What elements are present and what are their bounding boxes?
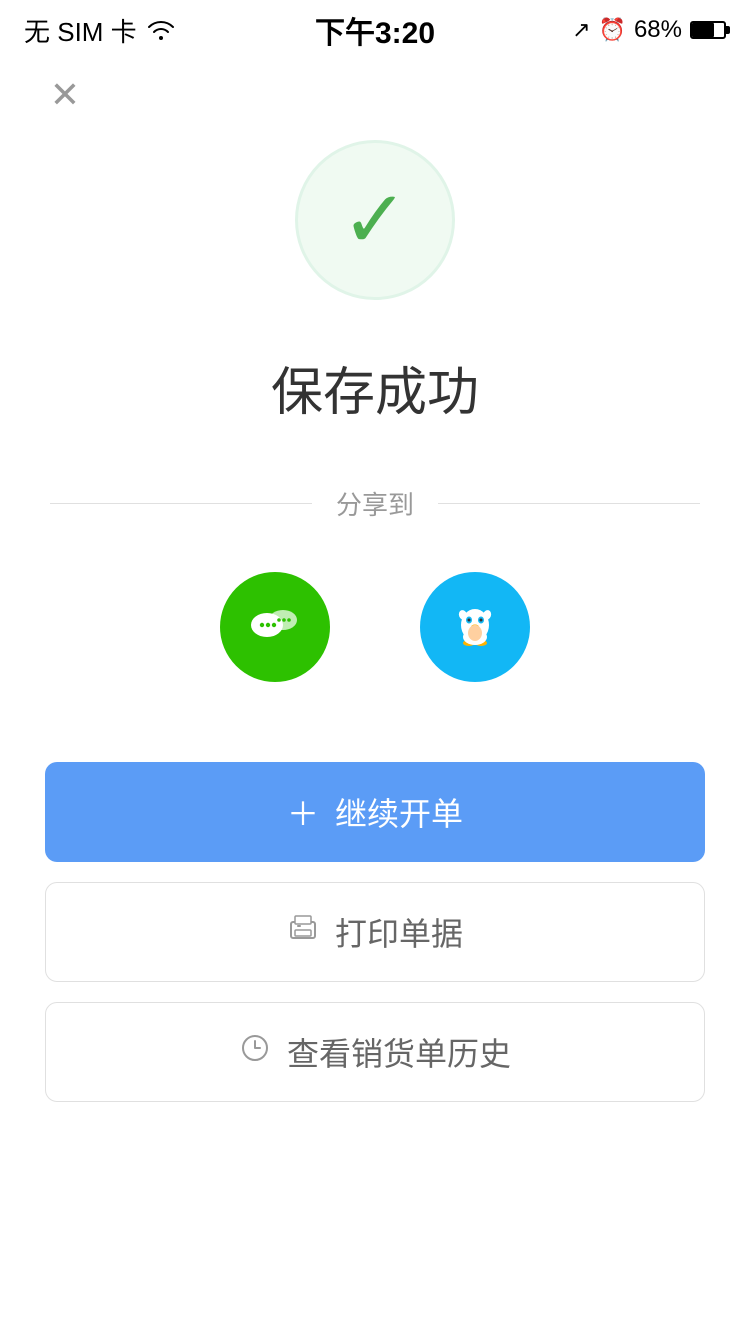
- action-buttons: ＋ 继续开单 打印单据 查看销货单历史: [45, 762, 705, 1102]
- qq-share-button[interactable]: [420, 572, 530, 682]
- share-icons: [220, 572, 530, 682]
- continue-icon: ＋: [287, 789, 319, 835]
- close-button[interactable]: ✕: [40, 70, 90, 120]
- checkmark-icon: ✓: [341, 180, 408, 260]
- print-label: 打印单据: [335, 909, 463, 955]
- success-circle: ✓: [295, 140, 455, 300]
- main-content: ✓ 保存成功 分享到: [0, 60, 750, 1102]
- continue-label: 继续开单: [335, 789, 463, 835]
- close-icon: ✕: [50, 77, 80, 113]
- share-label: 分享到: [312, 485, 438, 522]
- share-divider: 分享到: [0, 485, 750, 522]
- share-section: 分享到: [0, 485, 750, 522]
- history-label: 查看销货单历史: [287, 1029, 511, 1075]
- location-icon: ↗: [572, 17, 590, 43]
- history-icon: [239, 1032, 271, 1072]
- battery-percent: 68%: [634, 16, 682, 44]
- wifi-icon: [147, 20, 175, 40]
- wechat-svg-icon: [243, 595, 307, 659]
- continue-button[interactable]: ＋ 继续开单: [45, 762, 705, 862]
- battery-icon: [690, 21, 726, 39]
- status-time: 下午3:20: [315, 8, 435, 52]
- divider-right: [438, 503, 700, 504]
- qq-svg-icon: [445, 597, 505, 657]
- status-bar: 无 SIM 卡 下午3:20 ↗ ⏰ 68%: [0, 0, 750, 60]
- history-button[interactable]: 查看销货单历史: [45, 1002, 705, 1102]
- carrier-text: 无 SIM 卡: [24, 12, 137, 49]
- success-title: 保存成功: [271, 350, 479, 425]
- print-button[interactable]: 打印单据: [45, 882, 705, 982]
- divider-left: [50, 503, 312, 504]
- wechat-share-button[interactable]: [220, 572, 330, 682]
- status-left: 无 SIM 卡: [24, 12, 175, 49]
- status-right: ↗ ⏰ 68%: [572, 16, 726, 44]
- alarm-icon: ⏰: [599, 17, 626, 43]
- print-icon: [287, 912, 319, 952]
